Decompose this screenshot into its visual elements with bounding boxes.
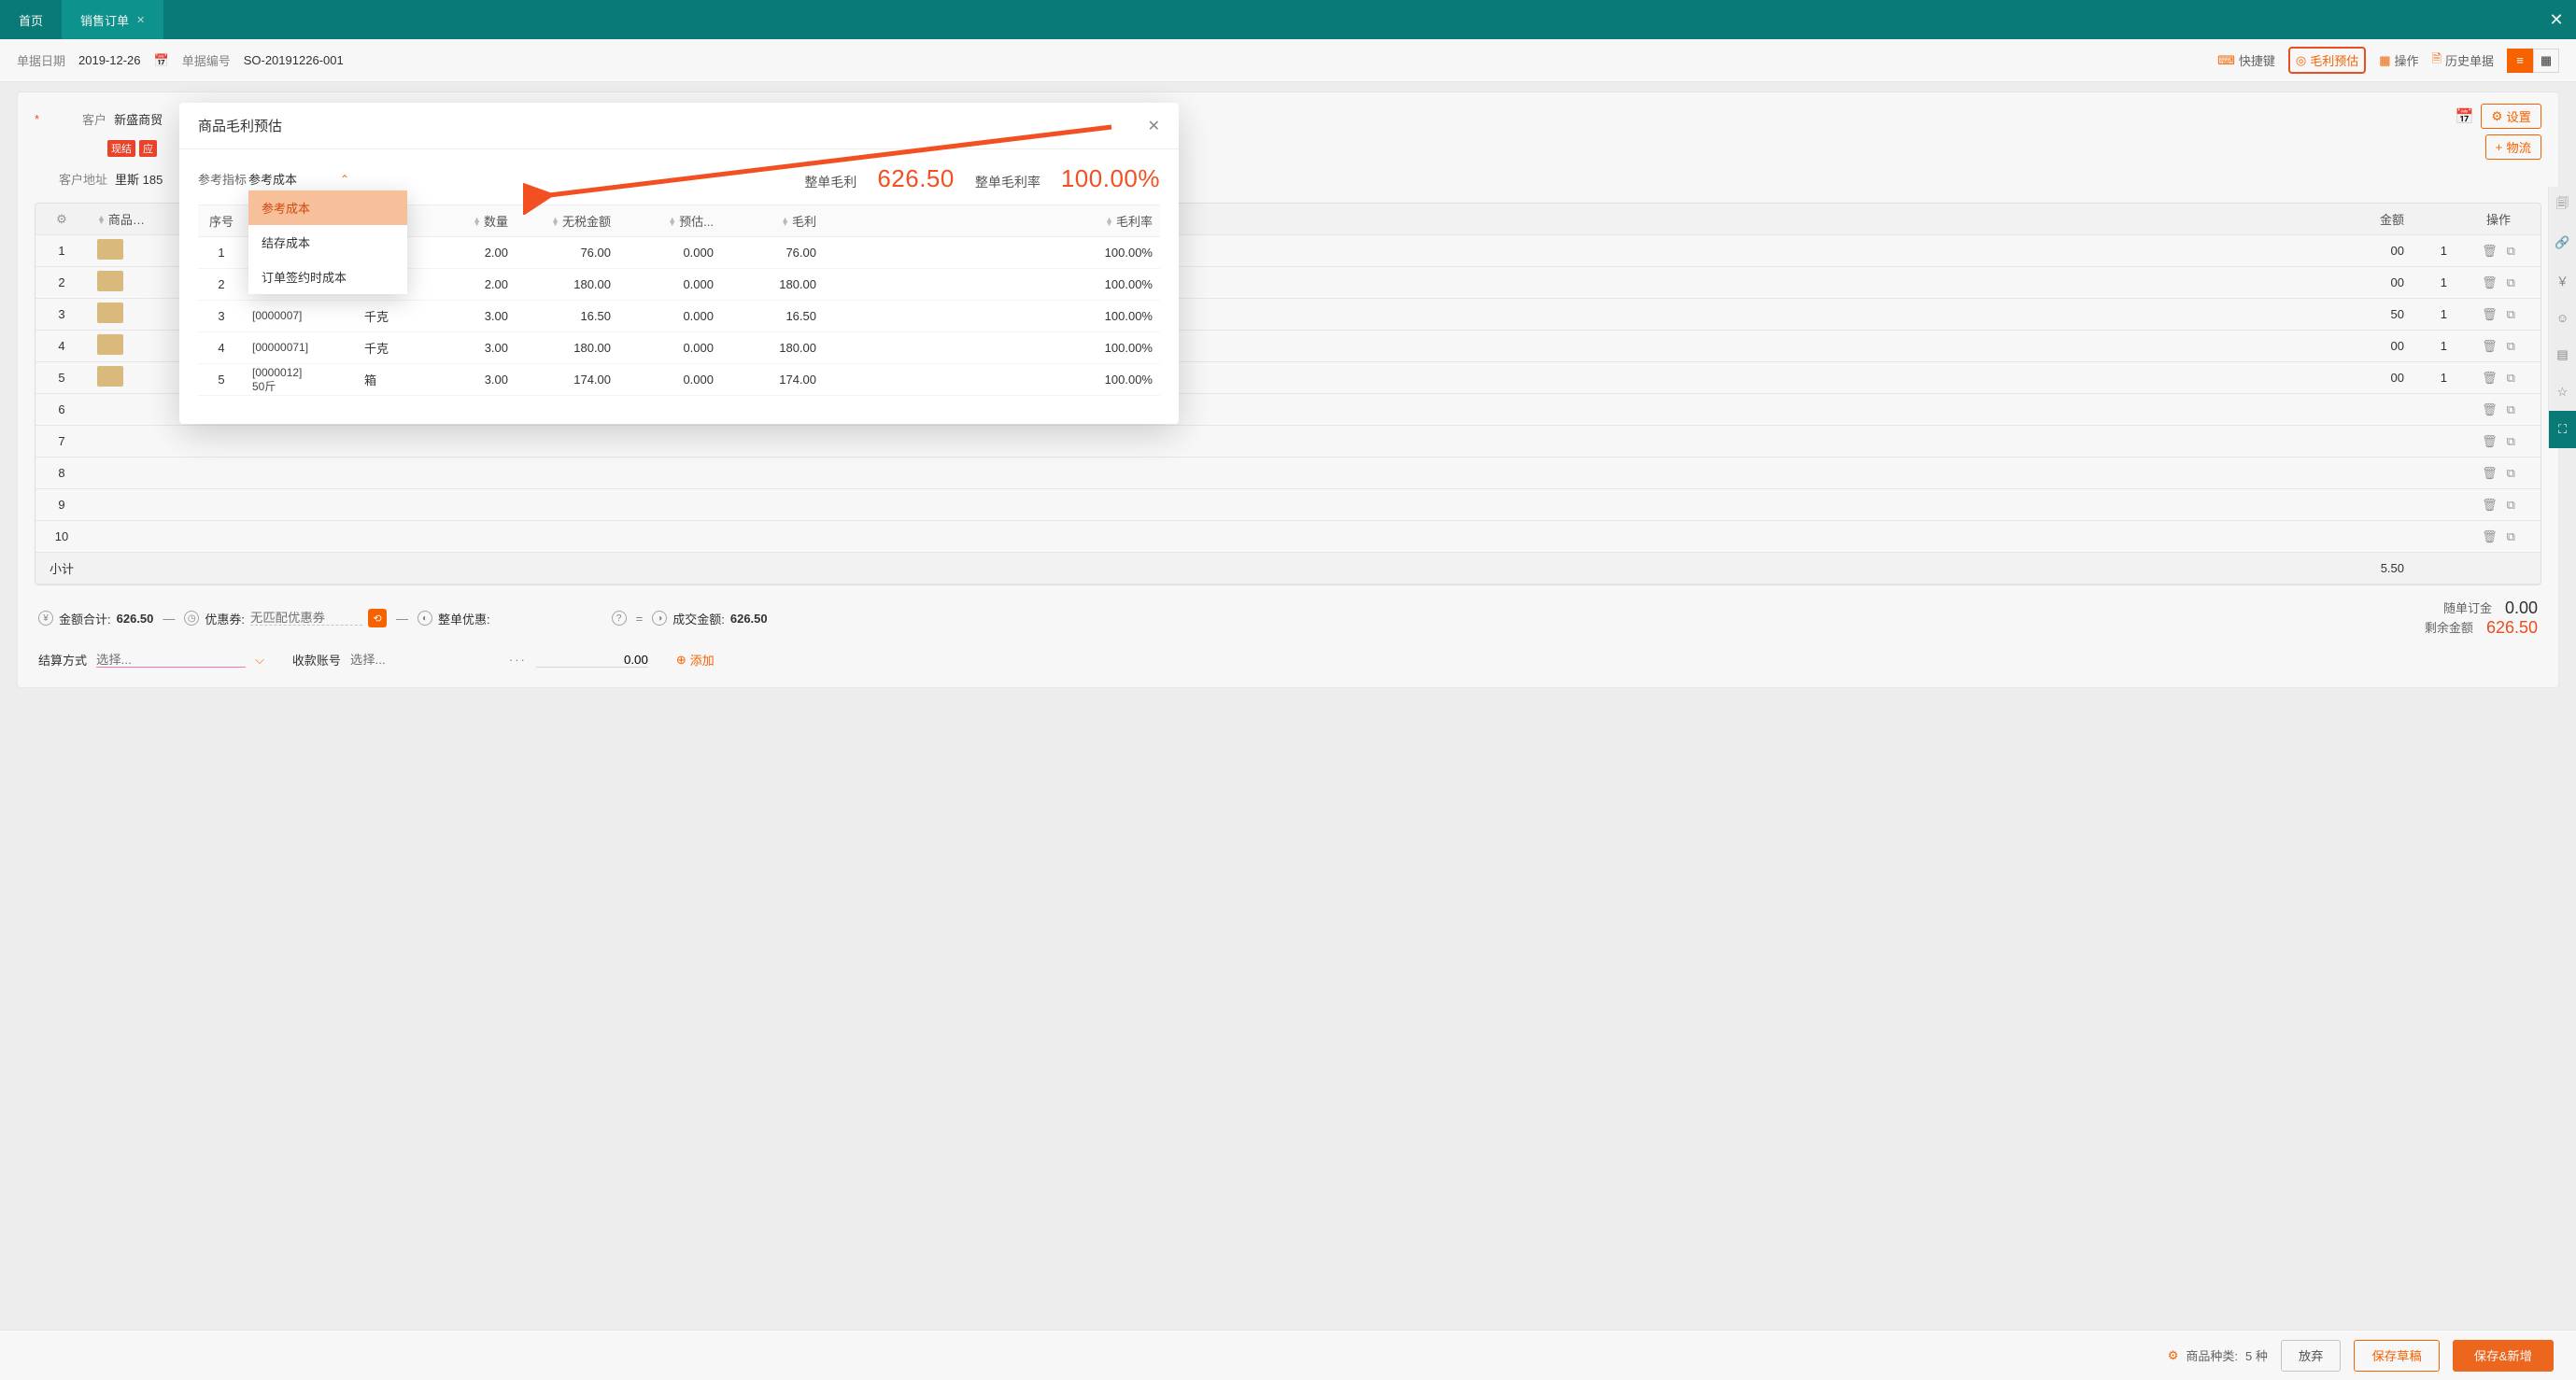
total-profit-label: 整单毛利	[804, 173, 856, 191]
cell-est: 0.000	[618, 309, 721, 323]
cell-untaxed: 180.00	[516, 277, 618, 291]
cell-unit: 千克	[357, 339, 413, 357]
cell-profit: 16.50	[721, 309, 824, 323]
modal-title: 商品毛利预估	[198, 116, 282, 135]
table-row: 5[0000012]50斤箱3.00174.000.000174.00100.0…	[198, 364, 1160, 396]
ref-value: 参考成本	[248, 170, 297, 188]
cell-name: [00000071]	[245, 341, 357, 354]
dropdown-item[interactable]: 订单签约时成本	[248, 260, 407, 294]
col-qty[interactable]: ▲▼数量	[413, 212, 516, 230]
cell-rate: 100.00%	[1011, 309, 1160, 323]
ref-label: 参考指标	[198, 170, 247, 188]
dropdown-item[interactable]: 参考成本	[248, 190, 407, 225]
chevron-up-icon: ⌃	[340, 173, 349, 186]
ref-dropdown: 参考成本 结存成本 订单签约时成本	[248, 190, 407, 294]
cell-untaxed: 180.00	[516, 341, 618, 355]
total-rate-label: 整单毛利率	[975, 173, 1040, 191]
cell-untaxed: 76.00	[516, 246, 618, 260]
col-est[interactable]: ▲▼预估...	[618, 212, 721, 230]
cell-idx: 3	[198, 309, 245, 323]
cell-profit: 76.00	[721, 246, 824, 260]
cell-est: 0.000	[618, 246, 721, 260]
table-row: 4[00000071]千克3.00180.000.000180.00100.00…	[198, 332, 1160, 364]
cell-rate: 100.00%	[1011, 341, 1160, 355]
cell-qty: 3.00	[413, 341, 516, 355]
cell-est: 0.000	[618, 373, 721, 387]
cell-qty: 3.00	[413, 309, 516, 323]
cell-profit: 174.00	[721, 373, 824, 387]
cell-unit: 千克	[357, 307, 413, 325]
table-row: 3[0000007]千克3.0016.500.00016.50100.00%	[198, 301, 1160, 332]
cell-est: 0.000	[618, 341, 721, 355]
close-icon[interactable]: ✕	[1148, 117, 1160, 135]
dropdown-item[interactable]: 结存成本	[248, 225, 407, 260]
total-profit-value: 626.50	[877, 164, 955, 193]
cell-est: 0.000	[618, 277, 721, 291]
cell-idx: 1	[198, 246, 245, 260]
cell-unit: 箱	[357, 371, 413, 388]
modal-mask[interactable]: 商品毛利预估 ✕ 参考指标 参考成本 ⌃ 参考成本 结存成本 订单签约时成本	[0, 0, 2576, 1380]
cell-untaxed: 16.50	[516, 309, 618, 323]
cell-rate: 100.00%	[1011, 373, 1160, 387]
cell-idx: 4	[198, 341, 245, 355]
cell-qty: 2.00	[413, 246, 516, 260]
col-rate[interactable]: ▲▼毛利率	[1011, 212, 1160, 230]
cell-idx: 2	[198, 277, 245, 291]
cell-qty: 3.00	[413, 373, 516, 387]
col-profit[interactable]: ▲▼毛利	[721, 212, 824, 230]
cell-name: [0000007]	[245, 309, 357, 322]
ref-select[interactable]: 参考成本 ⌃	[248, 170, 349, 188]
cell-profit: 180.00	[721, 277, 824, 291]
cell-rate: 100.00%	[1011, 277, 1160, 291]
cell-profit: 180.00	[721, 341, 824, 355]
cell-qty: 2.00	[413, 277, 516, 291]
col-idx: 序号	[198, 212, 245, 230]
profit-modal: 商品毛利预估 ✕ 参考指标 参考成本 ⌃ 参考成本 结存成本 订单签约时成本	[179, 103, 1179, 424]
col-untaxed[interactable]: ▲▼无税金额	[516, 212, 618, 230]
total-rate-value: 100.00%	[1061, 164, 1160, 193]
cell-rate: 100.00%	[1011, 246, 1160, 260]
cell-untaxed: 174.00	[516, 373, 618, 387]
cell-idx: 5	[198, 373, 245, 387]
cell-name: [0000012]50斤	[245, 366, 357, 393]
